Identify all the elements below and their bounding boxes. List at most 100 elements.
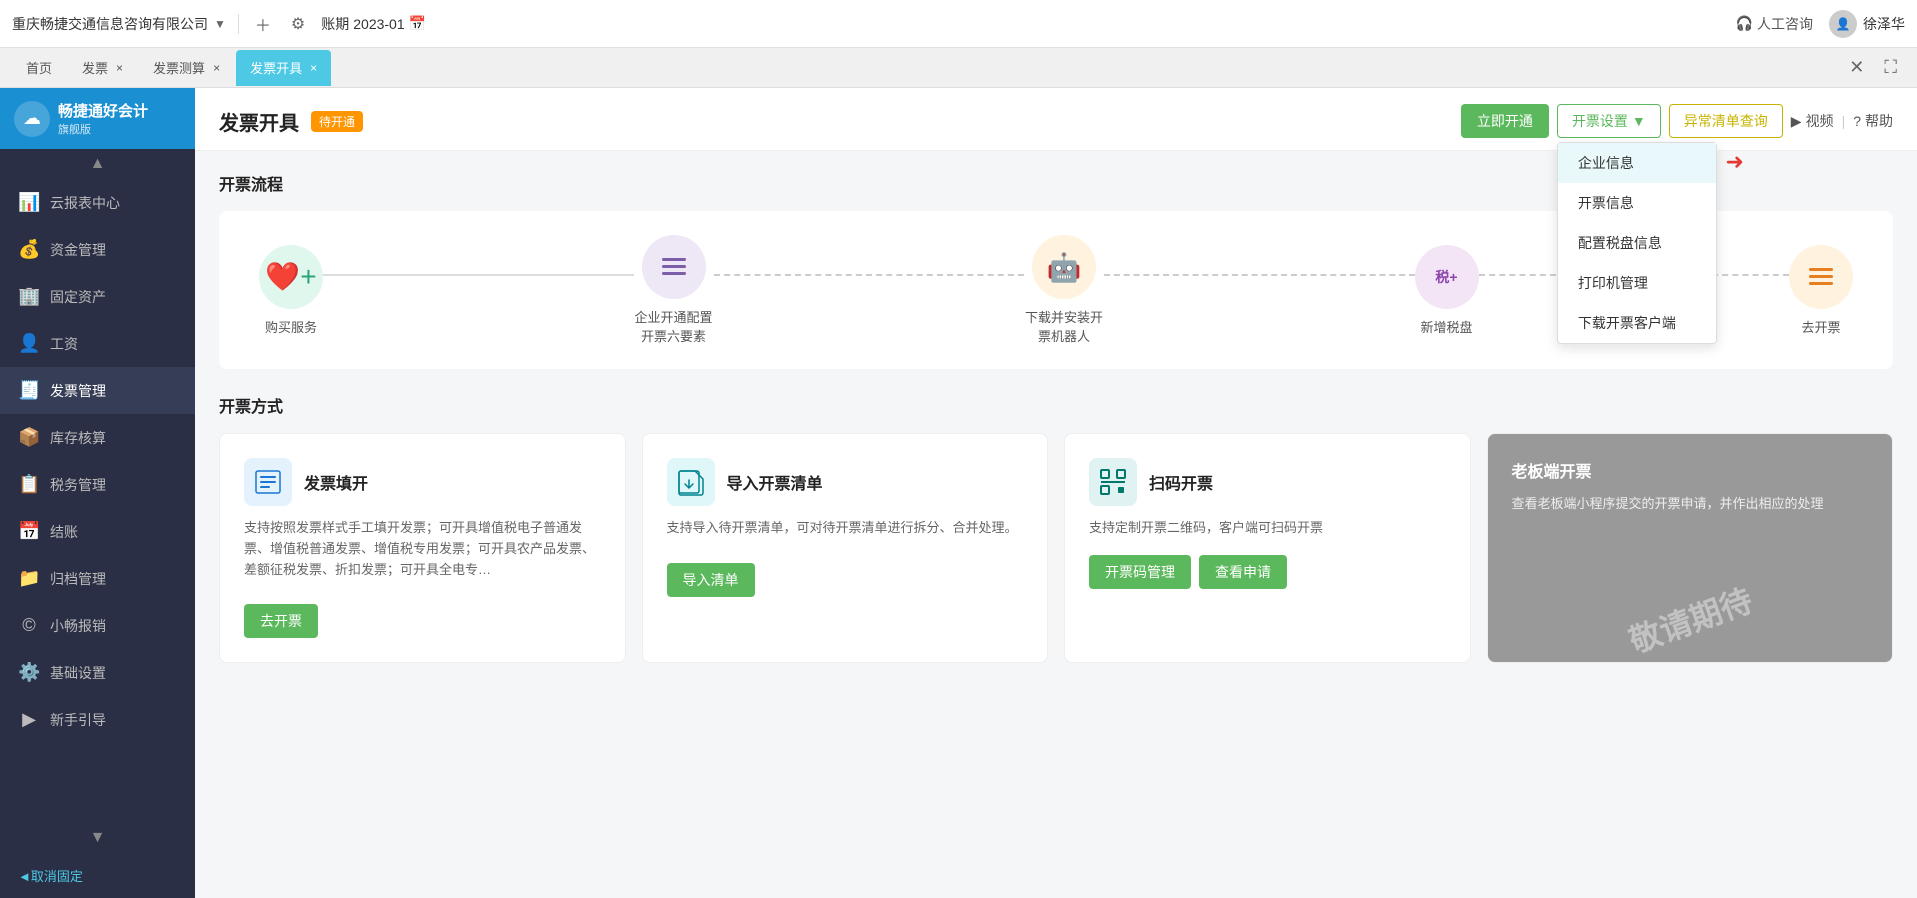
tab-invoice-calc[interactable]: 发票测算 × (139, 50, 234, 86)
logo-text-block: 畅捷通好会计 旗舰版 (58, 100, 148, 137)
sidebar-item-fapiao[interactable]: 🧾 发票管理 (0, 367, 195, 414)
fapiao-icon: 🧾 (18, 380, 40, 401)
video-label: 视频 (1806, 111, 1834, 131)
import-icon (667, 458, 715, 506)
tab-invoice-label: 发票 (82, 58, 108, 77)
tab-invoice-close[interactable]: × (116, 61, 123, 75)
import-button[interactable]: 导入清单 (667, 563, 755, 597)
sidebar-item-label: 小畅报销 (50, 616, 106, 636)
company-selector[interactable]: 重庆畅捷交通信息咨询有限公司 ▼ (12, 14, 226, 34)
video-button[interactable]: ▶ 视频 (1791, 111, 1834, 131)
tab-home-label: 首页 (26, 58, 52, 77)
settings-icon[interactable]: ⚙ (287, 10, 309, 38)
status-badge: 待开通 (311, 111, 363, 132)
divider-small: | (1842, 113, 1846, 129)
tab-invoice-open-label: 发票开具 (250, 58, 302, 77)
yunbaobiao-icon: 📊 (18, 192, 40, 213)
sidebar-item-label: 基础设置 (50, 663, 106, 683)
sidebar-item-zijin[interactable]: 💰 资金管理 (0, 226, 195, 273)
page-title: 发票开具 (219, 107, 299, 136)
xinshou-icon: ▶ (18, 709, 40, 730)
zijin-icon: 💰 (18, 239, 40, 260)
user-info[interactable]: 👤 徐泽华 (1829, 10, 1905, 38)
sidebar-item-label: 固定资产 (50, 287, 106, 307)
sidebar-item-jiezhang[interactable]: 📅 结账 (0, 508, 195, 555)
tab-invoice-open[interactable]: 发票开具 × (236, 50, 331, 86)
consult-button[interactable]: 🎧 人工咨询 (1736, 14, 1813, 34)
jichushezhi-icon: ⚙️ (18, 662, 40, 683)
sidebar-item-label: 工资 (50, 334, 78, 354)
settings-dropdown-wrapper: 开票设置 ▼ 企业信息 ➜ 开票信息 (1557, 104, 1661, 138)
sidebar-item-kucun[interactable]: 📦 库存核算 (0, 414, 195, 461)
scan-manage-button[interactable]: 开票码管理 (1089, 555, 1191, 589)
calendar-icon[interactable]: 📅 (409, 15, 426, 32)
activate-button[interactable]: 立即开通 (1461, 104, 1549, 138)
tab-home[interactable]: 首页 (12, 50, 66, 86)
step1-icon: ❤️+ (259, 245, 323, 309)
step5-label: 去开票 (1801, 317, 1840, 336)
sidebar-item-label: 发票管理 (50, 381, 106, 401)
flow-step-3: 🤖 下载并安装开票机器人 (1024, 235, 1104, 345)
main-content: 发票开具 待开通 立即开通 开票设置 ▼ 企业信息 (195, 88, 1917, 898)
dropdown-item-printer[interactable]: 打印机管理 (1558, 263, 1716, 303)
gongzi-icon: 👤 (18, 333, 40, 354)
sidebar-item-gongzi[interactable]: 👤 工资 (0, 320, 195, 367)
dropdown-item-download-client[interactable]: 下载开票客户端 (1558, 303, 1716, 343)
step2-label: 企业开通配置开票六要素 (634, 307, 714, 345)
tab-invoice-calc-close[interactable]: × (213, 61, 220, 75)
page-actions: 立即开通 开票设置 ▼ 企业信息 ➜ (1461, 104, 1893, 138)
step2-icon (642, 235, 706, 299)
divider (238, 14, 239, 34)
abnormal-button[interactable]: 异常清单查询 (1669, 104, 1783, 138)
sidebar-item-shuiwu[interactable]: 📋 税务管理 (0, 461, 195, 508)
tabs-bar: 首页 发票 × 发票测算 × 发票开具 × ✕ ⛶ (0, 48, 1917, 88)
import-title: 导入开票清单 (727, 470, 823, 494)
dropdown-arrow-icon: ▼ (1632, 113, 1646, 129)
method-card-scan-header: 扫码开票 (1089, 458, 1446, 506)
sidebar-item-guidang[interactable]: 📁 归档管理 (0, 555, 195, 602)
fill-title: 发票填开 (304, 470, 368, 494)
kucun-icon: 📦 (18, 427, 40, 448)
maximize-button[interactable]: ⛶ (1876, 53, 1905, 82)
sidebar-logo[interactable]: ☁ 畅捷通好会计 旗舰版 (0, 88, 195, 149)
dropdown-item-tax-config[interactable]: 配置税盘信息 (1558, 223, 1716, 263)
sidebar-item-cancel-fixed[interactable]: ◄取消固定 (0, 853, 195, 898)
step4-icon: 税+ (1415, 245, 1479, 309)
methods-grid: 发票填开 支持按照发票样式手工填开发票；可开具增值税电子普通发票、增值税普通发票… (219, 433, 1893, 663)
sidebar-scroll-up[interactable]: ▲ (0, 149, 195, 179)
fill-goto-button[interactable]: 去开票 (244, 604, 318, 638)
settings-dropdown-menu: 企业信息 ➜ 开票信息 配置税盘信息 打印机管理 (1557, 142, 1717, 344)
tab-invoice[interactable]: 发票 × (68, 50, 137, 86)
step3-label: 下载并安装开票机器人 (1024, 307, 1104, 345)
flow-step-1: ❤️+ 购买服务 (259, 245, 323, 336)
flow-step-5: 去开票 (1789, 245, 1853, 336)
sidebar-item-label: 资金管理 (50, 240, 106, 260)
dropdown-item-company[interactable]: 企业信息 (1558, 143, 1716, 183)
sidebar-item-xinshouyindao[interactable]: ▶ 新手引导 (0, 696, 195, 743)
chevron-down-icon: ▼ (214, 17, 226, 31)
help-button[interactable]: ? 帮助 (1853, 111, 1893, 131)
method-card-boss-header: 老板端开票 (1512, 458, 1869, 482)
flow-step-2: 企业开通配置开票六要素 (634, 235, 714, 345)
consult-label: 人工咨询 (1757, 14, 1813, 34)
dropdown-item-invoice-info[interactable]: 开票信息 (1558, 183, 1716, 223)
tab-invoice-open-close[interactable]: × (310, 61, 317, 75)
sidebar-item-jichushezhi[interactable]: ⚙️ 基础设置 (0, 649, 195, 696)
scan-title: 扫码开票 (1149, 470, 1213, 494)
sidebar-item-label: 结账 (50, 522, 78, 542)
method-card-fill-header: 发票填开 (244, 458, 601, 506)
settings-button[interactable]: 开票设置 ▼ (1557, 104, 1661, 138)
scan-apply-button[interactable]: 查看申请 (1199, 555, 1287, 589)
avatar: 👤 (1829, 10, 1857, 38)
guidang-icon: 📁 (18, 568, 40, 589)
sidebar-item-gudingzichan[interactable]: 🏢 固定资产 (0, 273, 195, 320)
sidebar-item-yunbaobiao[interactable]: 📊 云报表中心 (0, 179, 195, 226)
close-button[interactable]: ✕ (1841, 53, 1872, 82)
connector-1 (323, 274, 634, 276)
add-icon[interactable]: ＋ (251, 8, 275, 40)
sidebar-scroll-down[interactable]: ▼ (0, 823, 195, 853)
sidebar-item-xiaochang[interactable]: © 小畅报销 (0, 602, 195, 649)
method-card-import-header: 导入开票清单 (667, 458, 1024, 506)
step4-label: 新增税盘 (1420, 317, 1472, 336)
play-icon: ▶ (1791, 113, 1802, 130)
